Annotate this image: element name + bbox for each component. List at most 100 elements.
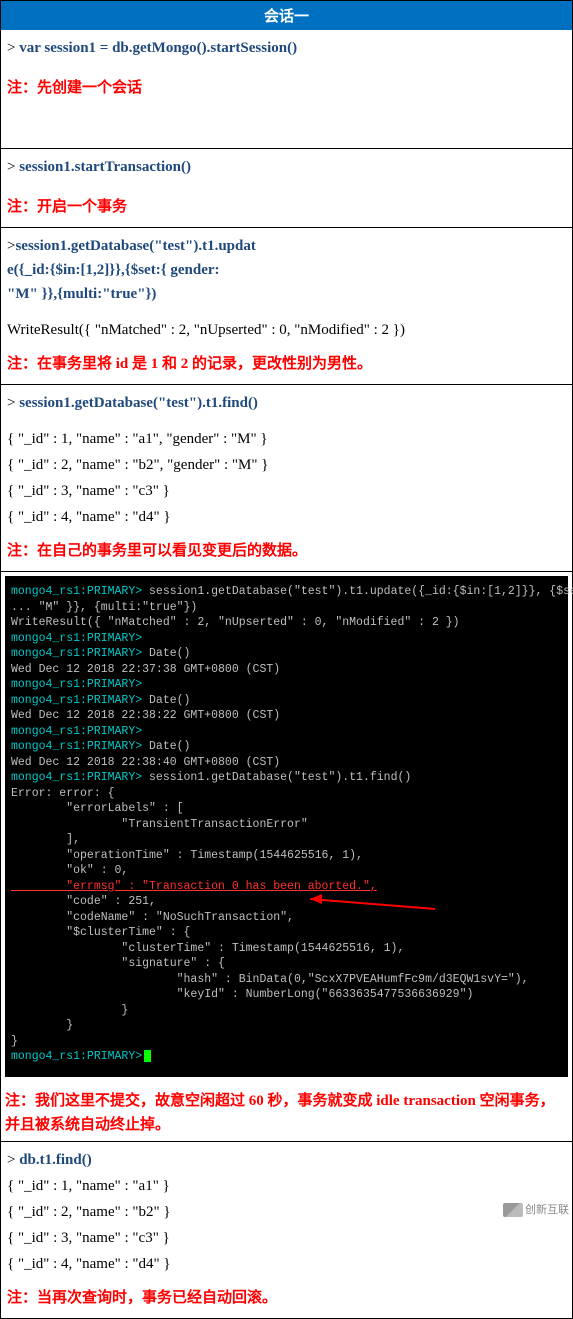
- terminal-line: mongo4_rs1:PRIMARY>: [11, 631, 562, 647]
- terminal-line: ],: [11, 832, 562, 848]
- note-text: 注：在事务里将 id 是 1 和 2 的记录，更改性别为男性。: [7, 352, 566, 376]
- terminal-text: ],: [11, 833, 80, 846]
- terminal-line: }: [11, 1018, 562, 1034]
- terminal-text: Wed Dec 12 2018 22:38:40 GMT+0800 (CST): [11, 756, 280, 769]
- terminal-line: "operationTime" : Timestamp(1544625516, …: [11, 848, 562, 864]
- terminal-prompt: mongo4_rs1:PRIMARY>: [11, 694, 142, 707]
- terminal-text: "errorLabels" : [: [11, 802, 184, 815]
- terminal-line: "keyId" : NumberLong("663363547753663692…: [11, 987, 562, 1003]
- terminal-prompt: mongo4_rs1:PRIMARY>: [11, 725, 142, 738]
- terminal-cell: mongo4_rs1:PRIMARY> session1.getDatabase…: [0, 572, 573, 1142]
- terminal-line: ... "M" }}, {multi:"true"}): [11, 600, 562, 616]
- note-text: 注：当再次查询时，事务已经自动回滚。: [7, 1286, 566, 1310]
- prompt: >: [7, 40, 19, 56]
- terminal-text: Date(): [142, 694, 190, 707]
- terminal-text: }: [11, 1004, 128, 1017]
- table-cell: > var session1 = db.getMongo().startSess…: [0, 30, 573, 149]
- terminal-note: 注：我们这里不提交，故意空闲超过 60 秒，事务就变成 idle transac…: [5, 1089, 568, 1137]
- table-cell: >session1.getDatabase("test").t1.update(…: [0, 228, 573, 385]
- terminal-prompt: mongo4_rs1:PRIMARY>: [11, 678, 142, 691]
- terminal-line: mongo4_rs1:PRIMARY> session1.getDatabase…: [11, 770, 562, 786]
- terminal-text: Error: error: {: [11, 787, 115, 800]
- terminal-text: "clusterTime" : Timestamp(1544625516, 1)…: [11, 942, 404, 955]
- terminal-line: "ok" : 0,: [11, 863, 562, 879]
- note-text: 注：先创建一个会话: [7, 76, 566, 100]
- terminal-line: "signature" : {: [11, 956, 562, 972]
- terminal-text: }: [11, 1019, 73, 1032]
- terminal-prompt: mongo4_rs1:PRIMARY>: [11, 585, 142, 598]
- result-line: { "_id" : 2, "name" : "b2", "gender" : "…: [7, 453, 566, 477]
- terminal-text: }: [11, 1035, 18, 1048]
- terminal-line: "$clusterTime" : {: [11, 925, 562, 941]
- terminal-line: "errorLabels" : [: [11, 801, 562, 817]
- final-cell: > db.t1.find() { "_id" : 1, "name" : "a1…: [0, 1142, 573, 1319]
- terminal-line: "errmsg" : "Transaction 0 has been abort…: [11, 879, 562, 895]
- terminal-text: "operationTime" : Timestamp(1544625516, …: [11, 849, 363, 862]
- result-line: { "_id" : 1, "name" : "a1", "gender" : "…: [7, 427, 566, 451]
- result-line: { "_id" : 4, "name" : "d4" }: [7, 505, 566, 529]
- result-line: WriteResult({ "nMatched" : 2, "nUpserted…: [7, 318, 566, 342]
- terminal-text: Date(): [142, 740, 190, 753]
- table-cell: > session1.startTransaction()注：开启一个事务: [0, 149, 573, 228]
- terminal-line: mongo4_rs1:PRIMARY> Date(): [11, 693, 562, 709]
- terminal-text: "errmsg" : "Transaction 0 has been abort…: [11, 880, 377, 893]
- table-cell: > session1.getDatabase("test").t1.find()…: [0, 385, 573, 572]
- terminal-line: Wed Dec 12 2018 22:38:40 GMT+0800 (CST): [11, 755, 562, 771]
- terminal-line: mongo4_rs1:PRIMARY>: [11, 724, 562, 740]
- command-text: var session1 = db.getMongo().startSessio…: [19, 40, 297, 56]
- terminal-text: "hash" : BinData(0,"ScxX7PVEAHumfFc9m/d3…: [11, 973, 529, 986]
- terminal-text: session1.getDatabase("test").t1.find(): [142, 771, 411, 784]
- prompt: >: [7, 1152, 19, 1168]
- terminal-text: "signature" : {: [11, 957, 225, 970]
- command-text: session1.startTransaction(): [19, 159, 191, 175]
- result-line: { "_id" : 4, "name" : "d4" }: [7, 1252, 566, 1276]
- terminal-line: Wed Dec 12 2018 22:38:22 GMT+0800 (CST): [11, 708, 562, 724]
- terminal-text: "$clusterTime" : {: [11, 926, 190, 939]
- command-text: db.t1.find(): [19, 1152, 92, 1168]
- command-text: e({_id:{$in:[1,2]}},{$set:{ gender:: [7, 262, 220, 278]
- terminal-line: }: [11, 1034, 562, 1050]
- terminal-line: WriteResult({ "nMatched" : 2, "nUpserted…: [11, 615, 562, 631]
- document-root: 会话一 > var session1 = db.getMongo().start…: [0, 0, 573, 1319]
- result-line: { "_id" : 2, "name" : "b2" }: [7, 1200, 566, 1224]
- terminal-line: Error: error: {: [11, 786, 562, 802]
- terminal-text: "codeName" : "NoSuchTransaction",: [11, 911, 294, 924]
- prompt: >: [7, 159, 19, 175]
- terminal-screenshot: mongo4_rs1:PRIMARY> session1.getDatabase…: [5, 576, 568, 1077]
- prompt: >: [7, 395, 19, 411]
- result-line: { "_id" : 3, "name" : "c3" }: [7, 479, 566, 503]
- terminal-text: WriteResult({ "nMatched" : 2, "nUpserted…: [11, 616, 460, 629]
- terminal-line: "code" : 251,: [11, 894, 562, 910]
- watermark-logo-icon: [503, 1203, 523, 1217]
- terminal-prompt: mongo4_rs1:PRIMARY>: [11, 1050, 142, 1063]
- terminal-prompt: mongo4_rs1:PRIMARY>: [11, 740, 142, 753]
- terminal-line: mongo4_rs1:PRIMARY>: [11, 677, 562, 693]
- terminal-line: "clusterTime" : Timestamp(1544625516, 1)…: [11, 941, 562, 957]
- note-text: 注：在自己的事务里可以看见变更后的数据。: [7, 539, 566, 563]
- terminal-prompt: mongo4_rs1:PRIMARY>: [11, 771, 142, 784]
- terminal-cursor-icon: [144, 1050, 151, 1062]
- command-text: session1.getDatabase("test").t1.find(): [19, 395, 258, 411]
- terminal-prompt: mongo4_rs1:PRIMARY>: [11, 632, 142, 645]
- table-header: 会话一: [0, 0, 573, 30]
- terminal-text: Wed Dec 12 2018 22:38:22 GMT+0800 (CST): [11, 709, 280, 722]
- watermark-text: 创新互联: [525, 1204, 569, 1216]
- result-line: { "_id" : 1, "name" : "a1" }: [7, 1174, 566, 1198]
- terminal-line: "TransientTransactionError": [11, 817, 562, 833]
- command-text: session1.getDatabase("test").t1.updat: [15, 238, 255, 254]
- terminal-line: mongo4_rs1:PRIMARY> Date(): [11, 646, 562, 662]
- terminal-line: "codeName" : "NoSuchTransaction",: [11, 910, 562, 926]
- terminal-line: mongo4_rs1:PRIMARY> Date(): [11, 739, 562, 755]
- terminal-text: "TransientTransactionError": [11, 818, 308, 831]
- terminal-text: Date(): [142, 647, 190, 660]
- command-text: "M" }},{multi:"true"}): [7, 286, 156, 302]
- terminal-line: mongo4_rs1:PRIMARY>: [11, 1049, 562, 1065]
- terminal-text: "code" : 251,: [11, 895, 156, 908]
- terminal-text: session1.getDatabase("test").t1.update({…: [142, 585, 573, 598]
- terminal-text: "ok" : 0,: [11, 864, 128, 877]
- terminal-line: "hash" : BinData(0,"ScxX7PVEAHumfFc9m/d3…: [11, 972, 562, 988]
- terminal-text: ... "M" }}, {multi:"true"}): [11, 601, 197, 614]
- terminal-line: }: [11, 1003, 562, 1019]
- result-line: { "_id" : 3, "name" : "c3" }: [7, 1226, 566, 1250]
- terminal-text: Wed Dec 12 2018 22:37:38 GMT+0800 (CST): [11, 663, 280, 676]
